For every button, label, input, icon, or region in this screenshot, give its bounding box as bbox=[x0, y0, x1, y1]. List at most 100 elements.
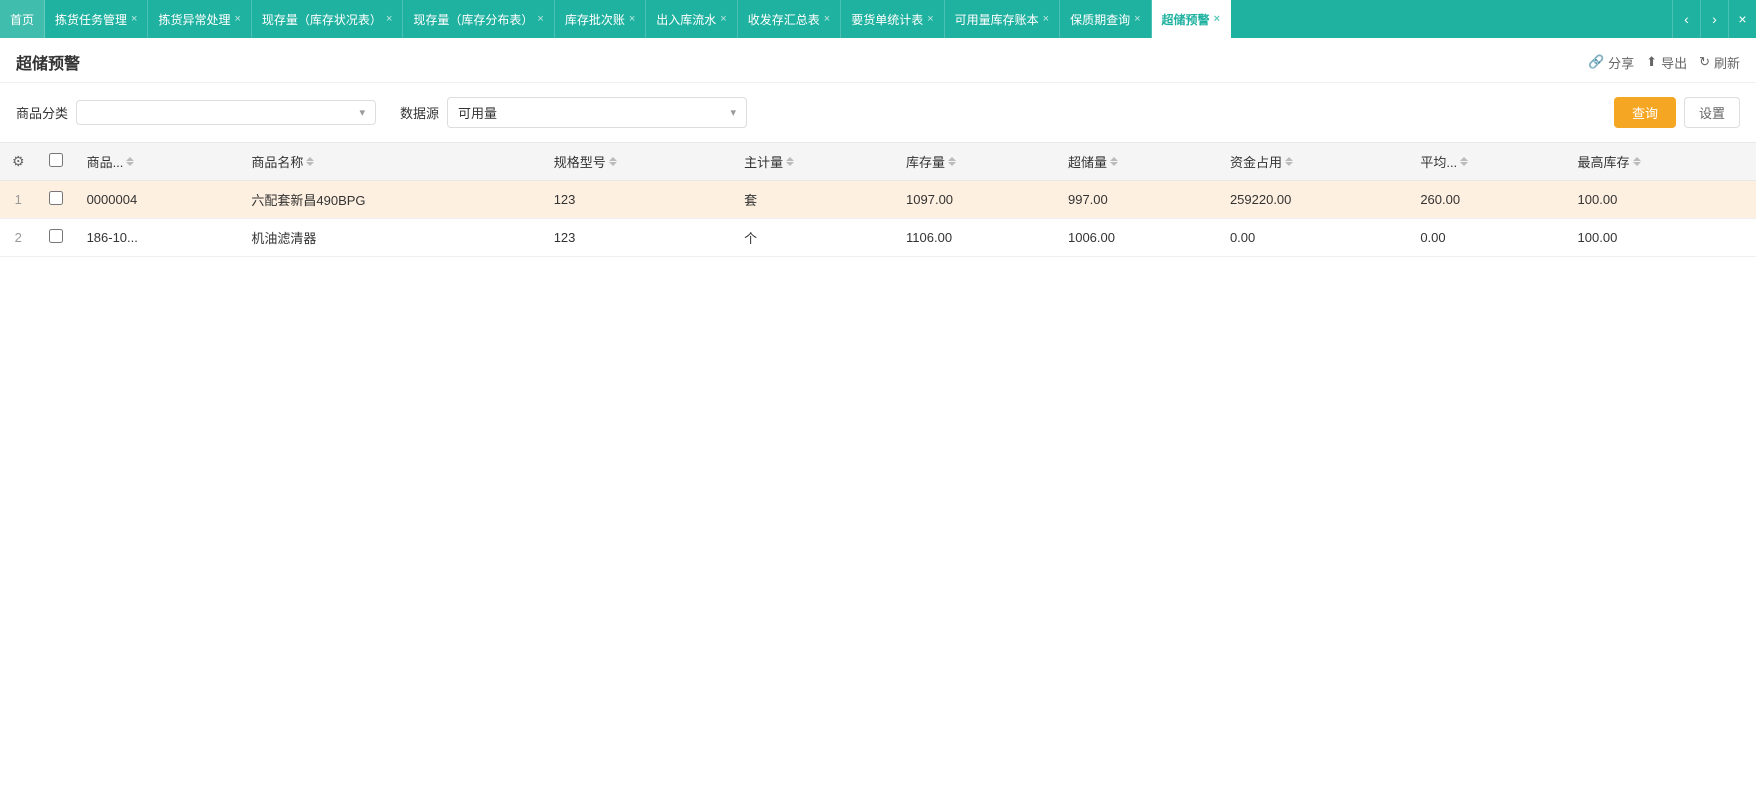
datasource-filter-group: 数据源 可用量 ▾ bbox=[400, 97, 747, 128]
close-icon[interactable]: × bbox=[720, 13, 726, 25]
refresh-button[interactable]: ↻ 刷新 bbox=[1699, 53, 1740, 72]
unit: 套 bbox=[732, 181, 894, 219]
nav-tab-stock-status[interactable]: 现存量（库存状况表） × bbox=[252, 0, 403, 38]
product-name: 六配套新昌490BPG bbox=[239, 181, 541, 219]
col-unit[interactable]: 主计量 bbox=[732, 143, 894, 181]
capital: 0.00 bbox=[1218, 219, 1408, 257]
close-icon[interactable]: × bbox=[1134, 13, 1140, 25]
table-wrapper: ⚙ 商品... bbox=[0, 142, 1756, 257]
nav-tab-task-mgmt[interactable]: 拣货任务管理 × bbox=[45, 0, 148, 38]
row-num: 2 bbox=[0, 219, 37, 257]
category-label: 商品分类 bbox=[16, 103, 68, 122]
row-checkbox[interactable] bbox=[49, 191, 63, 205]
category-filter-group: 商品分类 ▾ bbox=[16, 100, 376, 125]
close-icon[interactable]: × bbox=[537, 13, 543, 25]
filters-row: 商品分类 ▾ 数据源 可用量 ▾ 查询 设置 bbox=[0, 83, 1756, 142]
close-icon[interactable]: × bbox=[1043, 13, 1049, 25]
settings-button[interactable]: 设置 bbox=[1684, 97, 1740, 128]
datasource-select-value: 可用量 bbox=[458, 103, 497, 122]
col-stock[interactable]: 库存量 bbox=[894, 143, 1056, 181]
col-capital[interactable]: 资金占用 bbox=[1218, 143, 1408, 181]
col-overstock[interactable]: 超储量 bbox=[1056, 143, 1218, 181]
nav-tab-requisition[interactable]: 要货单统计表 × bbox=[841, 0, 944, 38]
sort-icon bbox=[1633, 157, 1641, 166]
spec: 123 bbox=[542, 181, 732, 219]
select-all-checkbox[interactable] bbox=[49, 153, 63, 167]
datasource-label: 数据源 bbox=[400, 103, 439, 122]
sort-icon bbox=[786, 157, 794, 166]
page-header: 超储预警 🔗 分享 ⬆ 导出 ↻ 刷新 bbox=[0, 38, 1756, 83]
close-icon[interactable]: × bbox=[386, 13, 392, 25]
share-button[interactable]: 🔗 分享 bbox=[1588, 53, 1634, 72]
col-product-code[interactable]: 商品... bbox=[75, 143, 240, 181]
close-icon[interactable]: × bbox=[1214, 13, 1220, 25]
close-icon[interactable]: × bbox=[131, 13, 137, 25]
sort-icon bbox=[1110, 157, 1118, 166]
export-button[interactable]: ⬆ 导出 bbox=[1646, 53, 1687, 72]
close-icon[interactable]: × bbox=[629, 13, 635, 25]
data-table: ⚙ 商品... bbox=[0, 142, 1756, 257]
max-stock: 100.00 bbox=[1566, 181, 1756, 219]
row-checkbox-cell bbox=[37, 219, 75, 257]
nav-tab-summary[interactable]: 收发存汇总表 × bbox=[738, 0, 841, 38]
capital: 259220.00 bbox=[1218, 181, 1408, 219]
sort-icon bbox=[126, 157, 134, 166]
nav-tab-exception[interactable]: 拣货异常处理 × bbox=[148, 0, 251, 38]
nav-tab-stock-dist[interactable]: 现存量（库存分布表） × bbox=[403, 0, 554, 38]
query-button[interactable]: 查询 bbox=[1614, 97, 1676, 128]
close-icon[interactable]: × bbox=[234, 13, 240, 25]
col-product-name[interactable]: 商品名称 bbox=[239, 143, 541, 181]
table-row: 1 0000004 六配套新昌490BPG 123 套 1097.00 997.… bbox=[0, 181, 1756, 219]
export-icon: ⬆ bbox=[1646, 54, 1657, 70]
unit: 个 bbox=[732, 219, 894, 257]
nav-arrows: ‹ › × bbox=[1672, 0, 1756, 38]
row-checkbox[interactable] bbox=[49, 229, 63, 243]
avg: 260.00 bbox=[1408, 181, 1565, 219]
nav-prev-button[interactable]: ‹ bbox=[1672, 0, 1700, 38]
sort-icon bbox=[1285, 157, 1293, 166]
col-avg[interactable]: 平均... bbox=[1408, 143, 1565, 181]
category-select[interactable]: ▾ bbox=[76, 100, 376, 125]
product-code: 0000004 bbox=[75, 181, 240, 219]
overstock: 1006.00 bbox=[1056, 219, 1218, 257]
col-checkbox bbox=[37, 143, 75, 181]
col-max-stock[interactable]: 最高库存 bbox=[1566, 143, 1756, 181]
refresh-icon: ↻ bbox=[1699, 54, 1710, 70]
product-name: 机油滤清器 bbox=[239, 219, 541, 257]
nav-tab-inout-flow[interactable]: 出入库流水 × bbox=[646, 0, 737, 38]
datasource-select[interactable]: 可用量 ▾ bbox=[447, 97, 747, 128]
table-row: 2 186-10... 机油滤清器 123 个 1106.00 1006.00 … bbox=[0, 219, 1756, 257]
table-header-row: ⚙ 商品... bbox=[0, 143, 1756, 181]
spec: 123 bbox=[542, 219, 732, 257]
share-icon: 🔗 bbox=[1588, 54, 1604, 70]
max-stock: 100.00 bbox=[1566, 219, 1756, 257]
gear-icon[interactable]: ⚙ bbox=[12, 153, 25, 169]
sort-icon bbox=[609, 157, 617, 166]
page-title: 超储预警 bbox=[16, 50, 80, 74]
sort-icon bbox=[306, 157, 314, 166]
nav-tab-quality[interactable]: 保质期查询 × bbox=[1060, 0, 1151, 38]
sort-icon bbox=[1460, 157, 1468, 166]
stock: 1097.00 bbox=[894, 181, 1056, 219]
nav-close-button[interactable]: × bbox=[1728, 0, 1756, 38]
nav-tab-batch[interactable]: 库存批次账 × bbox=[555, 0, 646, 38]
close-icon[interactable]: × bbox=[824, 13, 830, 25]
nav-tab-available[interactable]: 可用量库存账本 × bbox=[945, 0, 1060, 38]
chevron-down-icon: ▾ bbox=[359, 106, 365, 119]
row-checkbox-cell bbox=[37, 181, 75, 219]
overstock: 997.00 bbox=[1056, 181, 1218, 219]
product-code: 186-10... bbox=[75, 219, 240, 257]
nav-next-button[interactable]: › bbox=[1700, 0, 1728, 38]
nav-tab-home[interactable]: 首页 bbox=[0, 0, 45, 38]
top-nav: 首页 拣货任务管理 × 拣货异常处理 × 现存量（库存状况表） × 现存量（库存… bbox=[0, 0, 1756, 38]
col-spec[interactable]: 规格型号 bbox=[542, 143, 732, 181]
avg: 0.00 bbox=[1408, 219, 1565, 257]
header-actions: 🔗 分享 ⬆ 导出 ↻ 刷新 bbox=[1588, 53, 1740, 72]
stock: 1106.00 bbox=[894, 219, 1056, 257]
nav-tab-overstock[interactable]: 超储预警 × bbox=[1152, 0, 1231, 38]
chevron-down-icon: ▾ bbox=[731, 106, 737, 119]
close-icon[interactable]: × bbox=[927, 13, 933, 25]
row-num: 1 bbox=[0, 181, 37, 219]
page-content: 超储预警 🔗 分享 ⬆ 导出 ↻ 刷新 商品分类 ▾ 数据源 bbox=[0, 38, 1756, 800]
sort-icon bbox=[948, 157, 956, 166]
